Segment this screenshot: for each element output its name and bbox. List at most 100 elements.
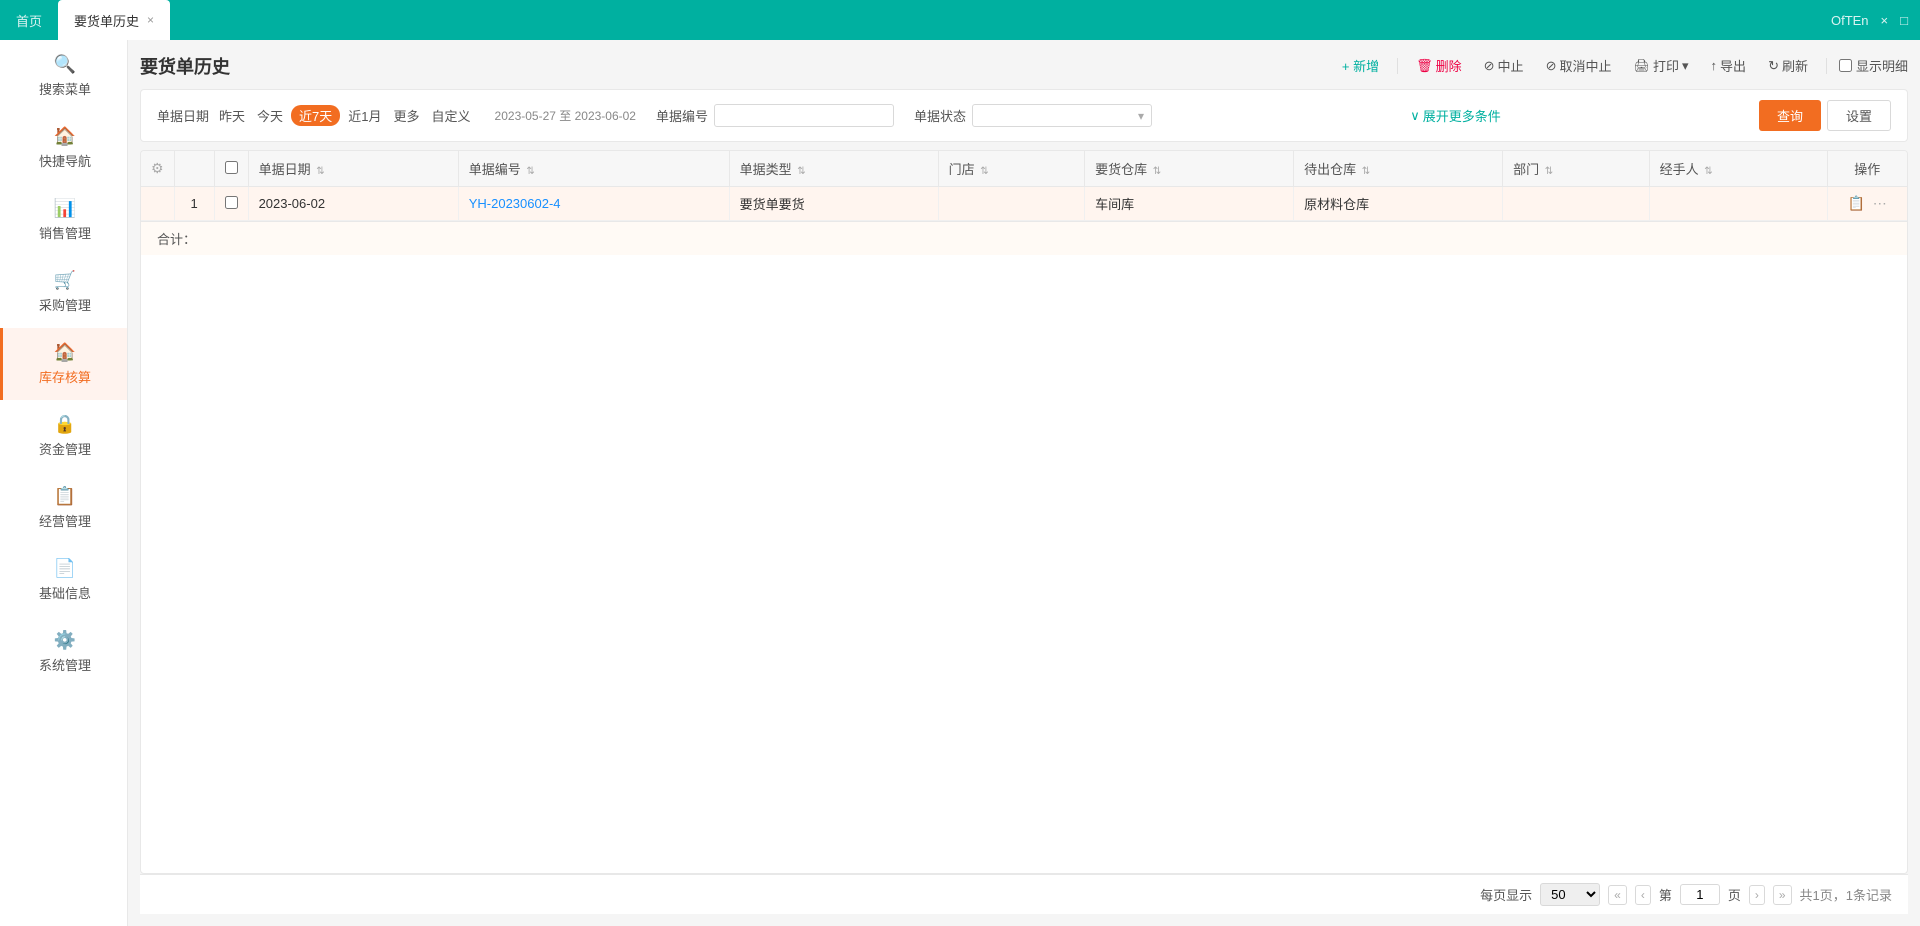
th-date[interactable]: 单据日期 ⇅	[248, 151, 458, 187]
inventory-check-icon: 🏠	[54, 342, 76, 363]
tab-requisition-history-label: 要货单历史	[74, 11, 139, 30]
query-button[interactable]: 查询	[1759, 100, 1821, 131]
main-table: ⚙ 单据日期 ⇅ 单据编号 ⇅ 单据类型 ⇅	[141, 151, 1907, 221]
tab-close-icon[interactable]: ×	[147, 13, 154, 27]
tab-requisition-history[interactable]: 要货单历史 ×	[58, 0, 170, 40]
show-detail-checkbox[interactable]	[1839, 59, 1852, 72]
settings-gear-icon[interactable]: ⚙	[151, 160, 164, 176]
last-page-button[interactable]: »	[1773, 885, 1792, 905]
table-wrap: ⚙ 单据日期 ⇅ 单据编号 ⇅ 单据类型 ⇅	[140, 150, 1908, 874]
date-shortcut-7days[interactable]: 近7天	[291, 105, 340, 126]
sort-doctype-icon[interactable]: ⇅	[797, 166, 805, 177]
print-button[interactable]: 🖨 打印 ▾	[1627, 52, 1694, 79]
summary-label: 合计：	[157, 229, 196, 248]
per-page-label: 每页显示	[1480, 885, 1532, 904]
per-page-select[interactable]: 20 50 100	[1540, 883, 1600, 906]
refresh-button[interactable]: ↻ 刷新	[1762, 52, 1814, 79]
th-store[interactable]: 门店 ⇅	[938, 151, 1085, 187]
th-req-warehouse[interactable]: 要货仓库 ⇅	[1085, 151, 1294, 187]
divider-1	[1397, 58, 1398, 74]
print-dropdown-icon: ▾	[1682, 58, 1689, 74]
tab-list: 首页 要货单历史 ×	[0, 0, 170, 40]
sidebar-item-ops-mgmt-label: 经营管理	[39, 511, 91, 530]
sort-docno-icon[interactable]: ⇅	[526, 166, 534, 177]
status-label: 单据状态	[914, 106, 966, 125]
sidebar-item-quick-nav-label: 快捷导航	[39, 151, 91, 170]
summary-row: 合计：	[141, 221, 1907, 255]
td-pending-warehouse: 原材料仓库	[1294, 187, 1503, 221]
export-button[interactable]: ↑ 导出	[1705, 52, 1753, 79]
sort-pendingwarehouse-icon[interactable]: ⇅	[1362, 166, 1370, 177]
doc-no-input[interactable]	[714, 104, 894, 127]
sidebar-item-purchase-mgmt-label: 采购管理	[39, 295, 91, 314]
delete-button[interactable]: 🗑 删除	[1410, 52, 1468, 79]
table-header-row: ⚙ 单据日期 ⇅ 单据编号 ⇅ 单据类型 ⇅	[141, 151, 1907, 187]
th-check[interactable]	[214, 151, 248, 187]
delete-label: 删除	[1436, 56, 1462, 75]
sort-reqwarehouse-icon[interactable]: ⇅	[1153, 166, 1161, 177]
sidebar-item-search-menu[interactable]: 🔍 搜索菜单	[0, 40, 127, 112]
window-maximize-icon[interactable]: □	[1900, 13, 1908, 28]
row-edit-icon[interactable]: 📋	[1848, 195, 1865, 211]
purchase-mgmt-icon: 🛒	[54, 270, 76, 291]
th-handler[interactable]: 经手人 ⇅	[1649, 151, 1827, 187]
top-bar: 首页 要货单历史 × OfTEn × □	[0, 0, 1920, 40]
row-more-icon[interactable]: ⋯	[1873, 195, 1887, 211]
doc-no-filter-group: 单据编号	[656, 104, 894, 127]
date-shortcuts: 昨天 今天 近7天 近1月 更多 自定义	[215, 105, 475, 126]
date-shortcut-more[interactable]: 更多	[390, 105, 424, 126]
td-ops: 📋 ⋯	[1827, 187, 1907, 221]
sidebar-item-ops-mgmt[interactable]: 📋 经营管理	[0, 472, 127, 544]
date-shortcut-custom[interactable]: 自定义	[428, 105, 475, 126]
td-row-check[interactable]	[214, 187, 248, 221]
th-pending-warehouse[interactable]: 待出仓库 ⇅	[1294, 151, 1503, 187]
setting-button[interactable]: 设置	[1827, 100, 1891, 131]
show-detail-toggle[interactable]: 显示明细	[1839, 56, 1908, 75]
expand-more-btn[interactable]: ∨ 展开更多条件	[1410, 106, 1501, 125]
sidebar-item-sales-mgmt[interactable]: 📊 销售管理	[0, 184, 127, 256]
refresh-label: 刷新	[1782, 56, 1808, 75]
stop-button[interactable]: ⊘ 中止	[1478, 52, 1530, 79]
select-all-checkbox[interactable]	[225, 161, 238, 174]
first-page-button[interactable]: «	[1608, 885, 1627, 905]
sidebar-item-search-menu-label: 搜索菜单	[39, 79, 91, 98]
print-icon: 🖨	[1633, 58, 1650, 74]
sort-store-icon[interactable]: ⇅	[980, 166, 988, 177]
sidebar-item-inventory-check[interactable]: 🏠 库存核算	[0, 328, 127, 400]
sidebar-item-base-info[interactable]: 📄 基础信息	[0, 544, 127, 616]
next-page-button[interactable]: ›	[1749, 885, 1765, 905]
tab-home[interactable]: 首页	[0, 0, 58, 40]
sidebar-item-quick-nav[interactable]: 🏠 快捷导航	[0, 112, 127, 184]
date-shortcut-1month[interactable]: 近1月	[344, 105, 385, 126]
sidebar-item-sys-mgmt[interactable]: ⚙️ 系统管理	[0, 616, 127, 688]
sidebar-item-sys-mgmt-label: 系统管理	[39, 655, 91, 674]
pagination-info: 共1页，1条记录	[1800, 885, 1892, 904]
page-number-input[interactable]	[1680, 884, 1720, 905]
sidebar-item-purchase-mgmt[interactable]: 🛒 采购管理	[0, 256, 127, 328]
sort-handler-icon[interactable]: ⇅	[1704, 166, 1712, 177]
expand-icon: ∨	[1410, 108, 1420, 124]
sort-date-icon[interactable]: ⇅	[316, 166, 324, 177]
prev-page-button[interactable]: ‹	[1635, 885, 1651, 905]
th-settings[interactable]: ⚙	[141, 151, 174, 187]
sort-dept-icon[interactable]: ⇅	[1545, 166, 1553, 177]
sidebar-item-finance-mgmt[interactable]: 🔒 资金管理	[0, 400, 127, 472]
date-shortcut-today[interactable]: 今天	[253, 105, 287, 126]
delete-icon: 🗑	[1416, 58, 1433, 74]
date-shortcut-yesterday[interactable]: 昨天	[215, 105, 249, 126]
th-num	[174, 151, 214, 187]
cancel-stop-button[interactable]: ⊘ 取消中止	[1540, 52, 1618, 79]
table-body: 1 2023-06-02 YH-20230602-4 要货单要货 车间库 原材料…	[141, 187, 1907, 221]
row-checkbox[interactable]	[225, 196, 238, 209]
new-button[interactable]: + 新增	[1336, 52, 1385, 79]
doc-no-link[interactable]: YH-20230602-4	[469, 196, 561, 211]
filter-panel: 单据日期 昨天 今天 近7天 近1月 更多 自定义 2023-05-27 至 2…	[140, 89, 1908, 142]
th-doc-no[interactable]: 单据编号 ⇅	[458, 151, 729, 187]
status-select[interactable]	[972, 104, 1152, 127]
top-bar-right: OfTEn × □	[1831, 13, 1920, 28]
th-doc-type[interactable]: 单据类型 ⇅	[729, 151, 938, 187]
pagination-bar: 每页显示 20 50 100 « ‹ 第 页 › » 共1页，1条记录	[140, 874, 1908, 914]
window-close-icon[interactable]: ×	[1881, 13, 1889, 28]
td-handler	[1649, 187, 1827, 221]
th-dept[interactable]: 部门 ⇅	[1503, 151, 1650, 187]
